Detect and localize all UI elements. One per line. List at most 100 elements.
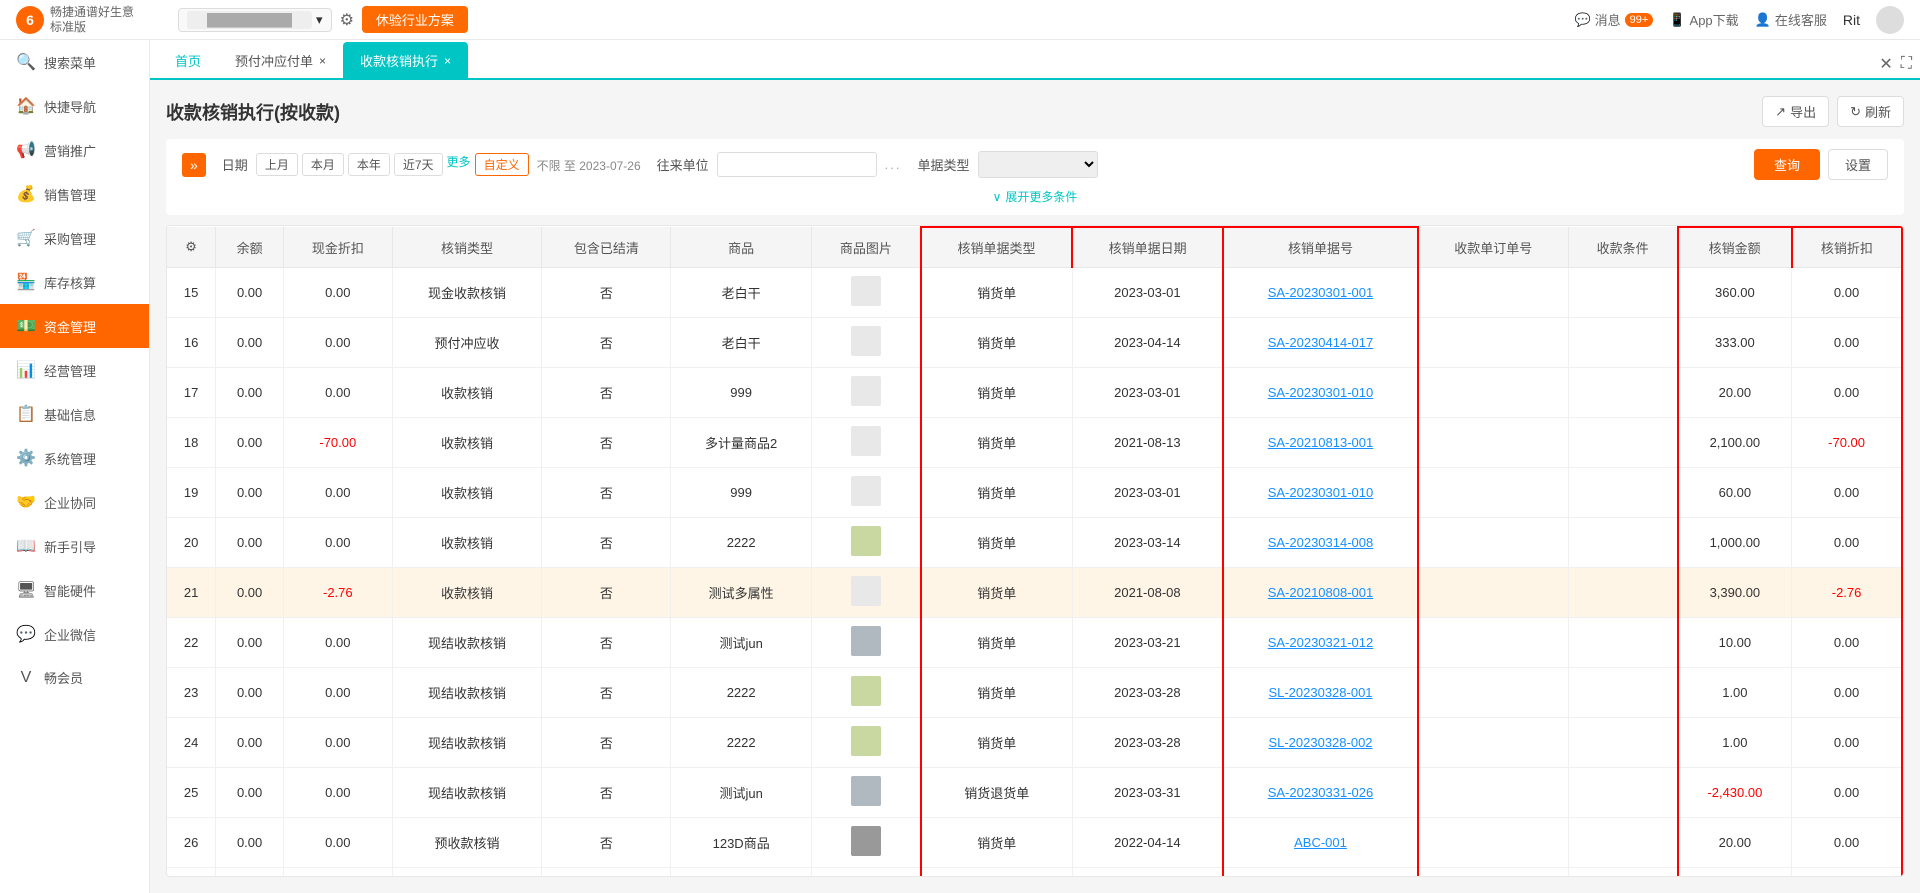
export-button[interactable]: ↗ 导出 [1762, 96, 1829, 127]
cell-cancel-doc-type: 销货单 [921, 268, 1072, 318]
table-body: 15 0.00 0.00 现金收款核销 否 老白干 销货单 2023-03-01… [167, 268, 1902, 878]
marketing-icon: 📢 [16, 140, 36, 160]
cell-include-settled: 否 [542, 318, 671, 368]
top-bar-right: 💬 消息 99+ 📱 App下载 👤 在线客服 Rit [1574, 6, 1904, 34]
cell-cancel-type: 收款核销 [392, 368, 542, 418]
fullscreen-icon[interactable]: ⛶ [1901, 55, 1912, 73]
cell-id: 25 [167, 768, 216, 818]
cell-goods-image [811, 868, 920, 878]
separator-dots: ... [885, 157, 902, 172]
date-btn-last-month[interactable]: 上月 [256, 153, 298, 176]
cell-id: 19 [167, 468, 216, 518]
app-download-button[interactable]: 📱 App下载 [1669, 10, 1738, 29]
cell-goods: 衣服00001 [671, 868, 812, 878]
cell-cancel-discount: 0.00 [1792, 468, 1902, 518]
close-window-icon[interactable]: ✕ [1879, 54, 1892, 74]
table-container: ⚙ 余额 现金折扣 核销类型 包含已结清 商品 商品图片 核销单据类型 核销单据… [166, 225, 1904, 877]
cell-include-settled: 否 [542, 518, 671, 568]
cell-balance: 0.00 [216, 468, 284, 518]
refresh-button[interactable]: ↻ 刷新 [1837, 96, 1904, 127]
th-cancel-doc-date: 核销单据日期 [1072, 227, 1223, 268]
sidebar-label-guide: 新手引导 [44, 537, 96, 556]
message-button[interactable]: 💬 消息 99+ [1574, 10, 1653, 29]
date-more-button[interactable]: 更多 [447, 153, 471, 176]
sidebar-item-enterprise[interactable]: 🤝 企业协同 [0, 480, 149, 524]
sidebar-item-finance[interactable]: 💵 资金管理 [0, 304, 149, 348]
sidebar-item-inventory[interactable]: 🏪 库存核算 [0, 260, 149, 304]
th-goods: 商品 [671, 227, 812, 268]
sidebar-item-basic[interactable]: 📋 基础信息 [0, 392, 149, 436]
cell-cancel-amount: 20.00 [1678, 818, 1792, 868]
cell-cancel-doc-type: 销货单 [921, 868, 1072, 878]
collapse-filter-button[interactable]: » [182, 153, 206, 177]
cell-goods: 老白干 [671, 268, 812, 318]
tab-collection[interactable]: 收款核销执行 × [343, 42, 468, 78]
table-header-row: ⚙ 余额 现金折扣 核销类型 包含已结清 商品 商品图片 核销单据类型 核销单据… [167, 227, 1902, 268]
close-tab-prepay-icon[interactable]: × [319, 54, 326, 68]
cell-cancel-doc-no: SA-20230301-010 [1223, 468, 1418, 518]
date-btn-7days[interactable]: 近7天 [394, 153, 443, 176]
doc-type-select[interactable] [978, 151, 1098, 178]
cell-goods-image [811, 468, 920, 518]
cell-balance: 0.00 [216, 718, 284, 768]
partner-input[interactable] [717, 152, 877, 177]
setting-button[interactable]: 设置 [1828, 149, 1888, 180]
th-settings[interactable]: ⚙ [167, 227, 216, 268]
sidebar-item-operation[interactable]: 📊 经营管理 [0, 348, 149, 392]
cell-balance: 0.00 [216, 868, 284, 878]
cell-cancel-doc-date: 2021-08-08 [1072, 568, 1223, 618]
cell-goods-image [811, 768, 920, 818]
sidebar-item-system[interactable]: ⚙️ 系统管理 [0, 436, 149, 480]
tabs-right: ✕ ⛶ [1879, 54, 1912, 78]
online-service-button[interactable]: 👤 在线客服 [1755, 10, 1827, 29]
company-selector[interactable]: ██████████ ▾ [178, 8, 332, 32]
tabs: 首页 预付冲应付单 × 收款核销执行 × ✕ ⛶ [150, 40, 1920, 80]
cell-cash-discount: 0.00 [283, 668, 392, 718]
sidebar-item-wechat[interactable]: 💬 企业微信 [0, 612, 149, 656]
cell-id: 24 [167, 718, 216, 768]
sidebar-item-marketing[interactable]: 📢 营销推广 [0, 128, 149, 172]
sidebar-item-guide[interactable]: 📖 新手引导 [0, 524, 149, 568]
cell-include-settled: 否 [542, 468, 671, 518]
cell-balance: 0.00 [216, 768, 284, 818]
cell-payment-terms [1568, 518, 1677, 568]
sidebar-item-search[interactable]: 🔍 搜索菜单 [0, 40, 149, 84]
sidebar-item-purchase[interactable]: 🛒 采购管理 [0, 216, 149, 260]
query-button[interactable]: 查询 [1754, 149, 1820, 180]
th-cancel-type: 核销类型 [392, 227, 542, 268]
th-cancel-doc-no: 核销单据号 [1223, 227, 1418, 268]
cell-cancel-type: 收款核销 [392, 468, 542, 518]
cell-collection-order-no [1418, 268, 1568, 318]
sidebar-item-member[interactable]: V 畅会员 [0, 656, 149, 699]
cell-payment-terms [1568, 718, 1677, 768]
industry-button[interactable]: 休验行业方案 [362, 6, 468, 33]
sidebar-label-wechat: 企业微信 [44, 625, 96, 644]
cell-cancel-amount: 3,390.00 [1678, 568, 1792, 618]
sidebar-item-hardware[interactable]: 🖥 智能硬件 [0, 568, 149, 612]
th-cash-discount: 现金折扣 [283, 227, 392, 268]
close-tab-collection-icon[interactable]: × [444, 54, 451, 68]
cell-cancel-amount: 1,000.00 [1678, 518, 1792, 568]
sidebar-item-sales[interactable]: 💰 销售管理 [0, 172, 149, 216]
cell-cancel-type: 现结收款核销 [392, 618, 542, 668]
cell-goods: 123D商品 [671, 818, 812, 868]
cell-goods-image [811, 268, 920, 318]
tab-home[interactable]: 首页 [158, 42, 218, 78]
inventory-icon: 🏪 [16, 272, 36, 292]
cell-include-settled: 否 [542, 718, 671, 768]
tab-prepay[interactable]: 预付冲应付单 × [218, 42, 343, 78]
cell-cancel-type: 现结收款核销 [392, 868, 542, 878]
page-title: 收款核销执行(按收款) [166, 99, 340, 125]
gear-icon[interactable]: ⚙ [340, 10, 354, 30]
sidebar-item-quicknav[interactable]: 🏠 快捷导航 [0, 84, 149, 128]
sidebar-label-inventory: 库存核算 [44, 273, 96, 292]
date-btn-this-year[interactable]: 本年 [348, 153, 390, 176]
expand-filter-button[interactable]: ∨ 展开更多条件 [993, 188, 1078, 205]
cell-cancel-discount: 0.00 [1792, 768, 1902, 818]
date-btn-this-month[interactable]: 本月 [302, 153, 344, 176]
th-cancel-discount: 核销折扣 [1792, 227, 1902, 268]
sidebar-label-marketing: 营销推广 [44, 141, 96, 160]
cell-cancel-doc-date: 2023-03-31 [1072, 768, 1223, 818]
cell-cancel-doc-no: SA-20230301-001 [1223, 268, 1418, 318]
date-btn-custom[interactable]: 自定义 [475, 153, 529, 176]
